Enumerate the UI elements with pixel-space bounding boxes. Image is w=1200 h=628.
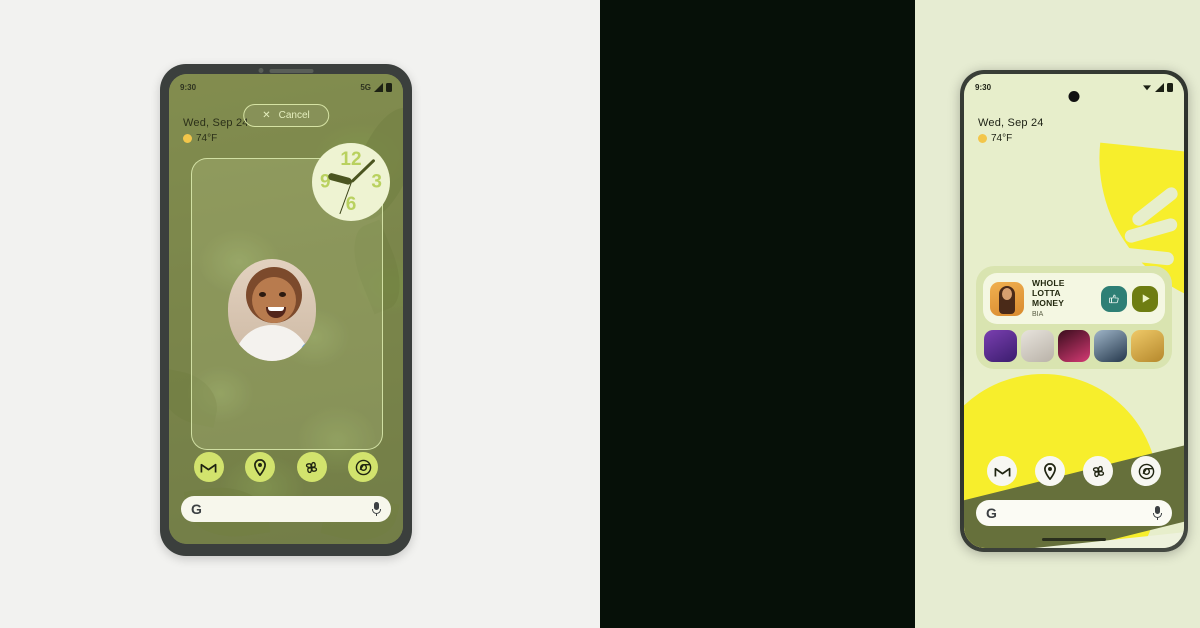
track-title: WHOLE LOTTA MONEY — [1032, 278, 1065, 308]
status-bar: 9:30 5G — [169, 74, 403, 100]
album-art — [990, 281, 1024, 316]
chrome-icon — [1138, 463, 1154, 479]
dock-app-maps[interactable] — [245, 452, 276, 482]
network-label: 5G — [360, 82, 371, 92]
play-button[interactable] — [1132, 285, 1158, 312]
phone-left-customize[interactable]: 9:30 5G ✕ Cancel Wed, Sep 24 74°F 12 3 6… — [160, 64, 412, 556]
maps-pin-icon — [254, 458, 267, 476]
now-playing-row[interactable]: WHOLE LOTTA MONEY BIA — [983, 273, 1165, 325]
status-indicators — [1142, 82, 1173, 92]
clock-hour-hand — [326, 172, 352, 186]
date-label: Wed, Sep 24 — [978, 117, 1044, 129]
thumbs-up-icon — [1109, 294, 1119, 303]
signal-icon — [374, 82, 383, 92]
recommendation-item[interactable] — [1131, 330, 1164, 363]
recommendations-row — [983, 330, 1165, 363]
signal-icon — [1155, 82, 1164, 92]
widget-selection-frame[interactable]: 12 3 6 9 — [191, 143, 390, 450]
front-camera-icon — [258, 68, 264, 73]
dock-app-photos[interactable] — [1083, 456, 1113, 486]
status-time: 9:30 — [975, 82, 992, 92]
weather-row: 74°F — [183, 133, 249, 144]
media-controls — [1101, 285, 1158, 312]
screen: 9:30 Wed, Sep 24 74°F WHOLE LOTTA MONEY … — [964, 74, 1184, 548]
google-search-bar[interactable]: G — [976, 500, 1172, 526]
dock-app-gmail[interactable] — [987, 456, 1017, 486]
photo-widget[interactable] — [228, 259, 316, 361]
dock-app-photos[interactable] — [296, 452, 327, 482]
cancel-button-label: Cancel — [278, 110, 310, 121]
thumbs-up-button[interactable] — [1101, 285, 1127, 312]
home-indicator[interactable] — [1042, 538, 1106, 541]
panel-dark: 9:30 Wed, Sep 24 74°F — [600, 0, 915, 628]
analog-clock-widget[interactable]: 12 3 6 9 — [312, 143, 390, 221]
recommendation-item[interactable] — [1057, 330, 1091, 363]
mic-icon[interactable] — [1153, 506, 1162, 520]
gmail-icon — [994, 467, 1010, 476]
google-search-bar[interactable]: G — [181, 496, 391, 522]
photos-pinwheel-icon — [1092, 465, 1104, 477]
chrome-icon — [355, 459, 372, 475]
clock-number-6: 6 — [345, 194, 357, 215]
dock — [964, 456, 1184, 486]
recommendation-item[interactable] — [1020, 330, 1054, 363]
weather-row: 74°F — [978, 133, 1044, 144]
screen: 9:30 5G ✕ Cancel Wed, Sep 24 74°F 12 3 6… — [169, 74, 403, 544]
panel-light: 9:30 5G ✕ Cancel Wed, Sep 24 74°F 12 3 6… — [0, 0, 600, 628]
dock-app-chrome[interactable] — [348, 452, 379, 482]
notch-speaker-group — [258, 68, 314, 73]
google-g-icon: G — [191, 501, 202, 517]
cancel-button[interactable]: ✕ Cancel — [243, 104, 329, 127]
maps-pin-icon — [1044, 462, 1056, 480]
track-meta: WHOLE LOTTA MONEY BIA — [1032, 278, 1093, 319]
panel-green: 9:30 Wed, Sep 24 74°F WHOLE LOTTA MONEY … — [915, 0, 1200, 628]
clock-number-3: 3 — [371, 171, 382, 193]
gmail-icon — [200, 463, 217, 472]
battery-icon — [386, 82, 392, 92]
recommendation-item[interactable] — [984, 330, 1017, 363]
battery-icon — [1167, 82, 1173, 92]
media-widget[interactable]: WHOLE LOTTA MONEY BIA — [976, 266, 1172, 370]
date-weather-block: Wed, Sep 24 74°F — [183, 117, 249, 144]
sun-icon — [183, 134, 192, 143]
close-icon: ✕ — [262, 109, 271, 121]
google-g-icon: G — [986, 505, 997, 521]
sun-icon — [978, 134, 987, 143]
track-artist: BIA — [1032, 311, 1044, 319]
wifi-icon — [1143, 85, 1151, 91]
dock-app-gmail[interactable] — [193, 452, 224, 482]
dock-app-maps[interactable] — [1035, 456, 1065, 486]
earpiece-speaker — [269, 68, 314, 73]
dock-app-chrome[interactable] — [1131, 456, 1161, 486]
recommendation-item[interactable] — [1094, 330, 1128, 363]
clock-number-12: 12 — [340, 149, 362, 170]
dock — [169, 452, 403, 482]
mic-icon[interactable] — [372, 502, 381, 516]
play-icon — [1142, 294, 1150, 303]
scene: 9:30 5G ✕ Cancel Wed, Sep 24 74°F 12 3 6… — [0, 0, 1200, 628]
date-weather-block: Wed, Sep 24 74°F — [978, 117, 1044, 144]
status-indicators: 5G — [360, 82, 392, 92]
date-label: Wed, Sep 24 — [183, 117, 249, 129]
temperature-label: 74°F — [196, 133, 218, 144]
phone-right-light[interactable]: 9:30 Wed, Sep 24 74°F WHOLE LOTTA MONEY … — [960, 70, 1188, 552]
front-camera-icon — [1068, 91, 1080, 102]
temperature-label: 74°F — [991, 133, 1013, 144]
photos-pinwheel-icon — [306, 461, 318, 473]
status-time: 9:30 — [180, 82, 197, 92]
